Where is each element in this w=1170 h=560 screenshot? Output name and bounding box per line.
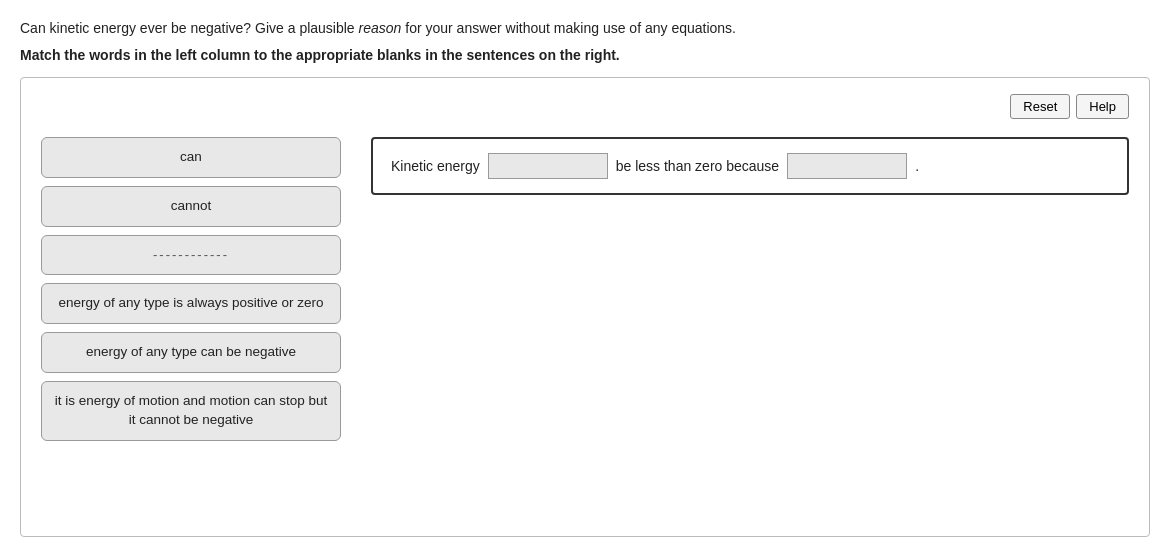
draggable-cannot[interactable]: cannot: [41, 186, 341, 227]
instruction-text: Match the words in the left column to th…: [20, 47, 1150, 63]
left-column: can cannot ------------ energy of any ty…: [41, 137, 341, 441]
drop-box-1[interactable]: [488, 153, 608, 179]
draggable-can-be-negative[interactable]: energy of any type can be negative: [41, 332, 341, 373]
draggable-always-positive[interactable]: energy of any type is always positive or…: [41, 283, 341, 324]
draggable-motion-reason[interactable]: it is energy of motion and motion can st…: [41, 381, 341, 441]
sentence-suffix: .: [915, 155, 919, 177]
draggable-dashes[interactable]: ------------: [41, 235, 341, 275]
right-column: Kinetic energy be less than zero because…: [371, 137, 1129, 195]
help-button[interactable]: Help: [1076, 94, 1129, 119]
top-buttons: Reset Help: [41, 94, 1129, 119]
drop-box-2[interactable]: [787, 153, 907, 179]
page-wrapper: Can kinetic energy ever be negative? Giv…: [0, 0, 1170, 557]
content-area: can cannot ------------ energy of any ty…: [41, 137, 1129, 441]
question-line1: Can kinetic energy ever be negative? Giv…: [20, 18, 1150, 39]
sentence-row: Kinetic energy be less than zero because…: [371, 137, 1129, 195]
draggable-can[interactable]: can: [41, 137, 341, 178]
sentence-prefix: Kinetic energy: [391, 155, 480, 177]
sentence-middle: be less than zero because: [616, 155, 779, 177]
reset-button[interactable]: Reset: [1010, 94, 1070, 119]
main-box: Reset Help can cannot ------------ energ…: [20, 77, 1150, 537]
